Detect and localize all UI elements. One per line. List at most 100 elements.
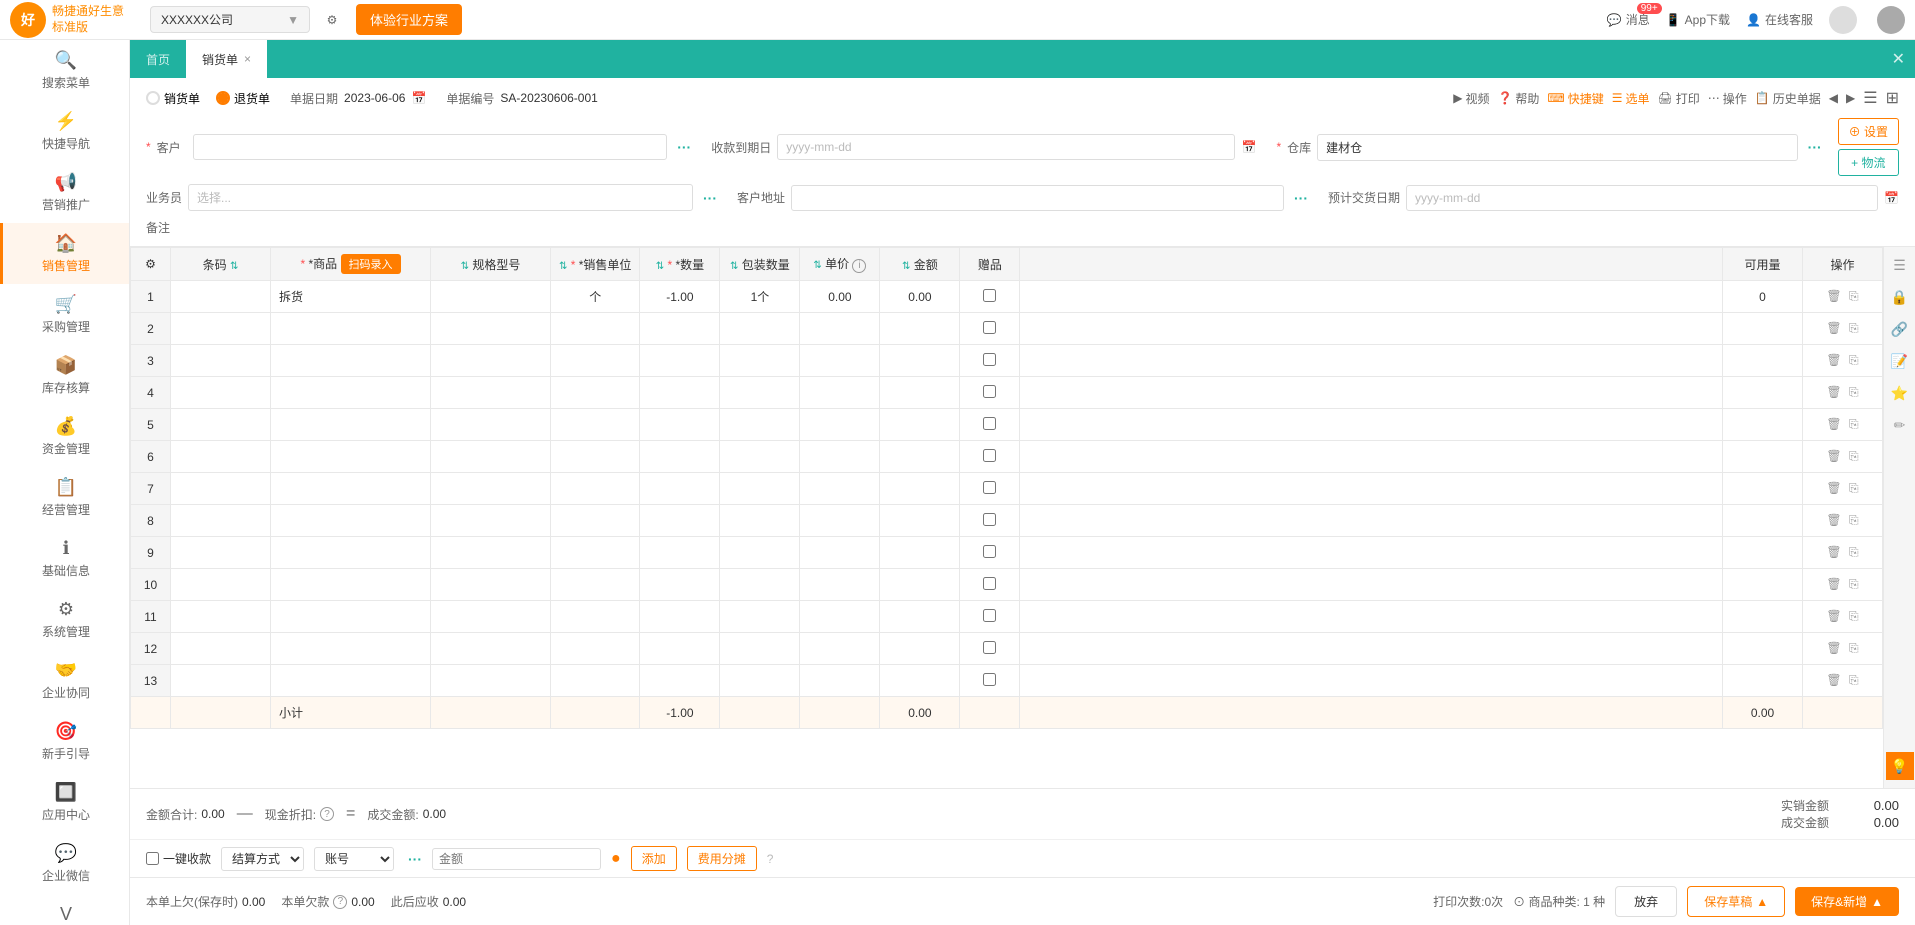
row-spec[interactable] (431, 505, 551, 537)
tab-home[interactable]: 首页 (130, 40, 186, 78)
sidebar-item-畅会员[interactable]: V畅会员 (0, 894, 129, 925)
row-barcode[interactable] (171, 377, 271, 409)
row-spec[interactable] (431, 409, 551, 441)
th-settings[interactable]: ⚙ (131, 248, 171, 281)
overdue-info-icon[interactable]: ? (333, 895, 347, 909)
right-panel-link-icon[interactable]: 🔗 (1886, 315, 1914, 343)
row-pack-qty[interactable] (720, 441, 800, 473)
row-price[interactable] (800, 505, 880, 537)
account-select[interactable]: 账号 (314, 847, 394, 871)
row-qty[interactable] (640, 441, 720, 473)
row-spec[interactable] (431, 345, 551, 377)
th-amount[interactable]: ⇅ 金额 (880, 248, 960, 281)
row-price[interactable] (800, 633, 880, 665)
account-more-icon[interactable]: ··· (408, 851, 422, 867)
th-barcode[interactable]: 条码 ⇅ (171, 248, 271, 281)
row-gift[interactable] (960, 665, 1020, 697)
row-unit[interactable] (551, 313, 640, 345)
right-panel-note-icon[interactable]: 📝 (1886, 347, 1914, 375)
row-qty[interactable]: -1.00 (640, 281, 720, 313)
row-qty[interactable] (640, 537, 720, 569)
sidebar-item-快捷导航[interactable]: ⚡快捷导航 (0, 101, 129, 162)
copy-icon[interactable]: ⎘ (1849, 673, 1859, 687)
row-unit[interactable] (551, 633, 640, 665)
row-price[interactable] (800, 313, 880, 345)
row-price[interactable] (800, 345, 880, 377)
row-barcode[interactable] (171, 601, 271, 633)
next-record-button[interactable]: ▶ (1846, 91, 1855, 105)
row-gift[interactable] (960, 473, 1020, 505)
payment-due-calendar-icon[interactable]: 📅 (1241, 140, 1256, 154)
row-amount[interactable] (880, 409, 960, 441)
row-spec[interactable] (431, 441, 551, 473)
sidebar-item-采购管理[interactable]: 🛒采购管理 (0, 284, 129, 345)
discount-info-icon[interactable]: ? (320, 807, 334, 821)
row-unit[interactable] (551, 665, 640, 697)
row-amount[interactable] (880, 377, 960, 409)
row-price[interactable] (800, 377, 880, 409)
row-pack-qty[interactable] (720, 345, 800, 377)
delete-icon[interactable]: 🗑 (1826, 449, 1841, 463)
calculation-method-select[interactable]: 结算方式 (221, 847, 304, 871)
prev-record-button[interactable]: ◀ (1829, 91, 1838, 105)
delete-icon[interactable]: 🗑 (1826, 641, 1841, 655)
app-download-button[interactable]: 📱 App下载 (1666, 11, 1730, 28)
delete-icon[interactable]: 🗑 (1826, 417, 1841, 431)
row-price[interactable] (800, 473, 880, 505)
row-unit[interactable] (551, 345, 640, 377)
delivery-date-input[interactable]: yyyy-mm-dd (1406, 185, 1878, 211)
row-price[interactable] (800, 441, 880, 473)
delivery-calendar-icon[interactable]: 📅 (1884, 191, 1899, 205)
row-amount[interactable] (880, 633, 960, 665)
copy-icon[interactable]: ⎘ (1849, 321, 1859, 335)
filter-button[interactable]: ☰选单 (1612, 90, 1650, 107)
th-spec[interactable]: ⇅ 规格型号 (431, 248, 551, 281)
row-barcode[interactable] (171, 633, 271, 665)
help-button[interactable]: ❓帮助 (1497, 90, 1539, 107)
video-button[interactable]: ▶视频 (1453, 90, 1489, 107)
one-click-checkbox-input[interactable] (146, 852, 159, 865)
row-pack-qty[interactable] (720, 601, 800, 633)
right-panel-star-icon[interactable]: ⭐ (1886, 379, 1914, 407)
row-product[interactable] (271, 473, 431, 505)
row-gift[interactable] (960, 601, 1020, 633)
delete-icon[interactable]: 🗑 (1826, 513, 1841, 527)
row-amount[interactable] (880, 601, 960, 633)
row-amount[interactable] (880, 569, 960, 601)
row-unit[interactable] (551, 473, 640, 505)
sidebar-item-营销推广[interactable]: 📢营销推广 (0, 162, 129, 223)
row-spec[interactable] (431, 569, 551, 601)
delete-icon[interactable]: 🗑 (1826, 609, 1841, 623)
row-spec[interactable] (431, 473, 551, 505)
row-qty[interactable] (640, 505, 720, 537)
row-gift[interactable] (960, 281, 1020, 313)
sort-icon[interactable]: ⇅ (230, 261, 238, 272)
row-qty[interactable] (640, 377, 720, 409)
sidebar-item-基础信息[interactable]: ℹ基础信息 (0, 528, 129, 589)
row-gift[interactable] (960, 633, 1020, 665)
row-barcode[interactable] (171, 569, 271, 601)
th-product[interactable]: * *商品 扫码录入 (271, 248, 431, 281)
row-pack-qty[interactable] (720, 409, 800, 441)
experience-button[interactable]: 体验行业方案 (356, 4, 462, 35)
logistics-button[interactable]: + 物流 (1838, 149, 1899, 176)
row-product[interactable] (271, 633, 431, 665)
history-button[interactable]: 📋历史单据 (1755, 90, 1821, 107)
user-avatar-2[interactable] (1877, 6, 1905, 34)
row-product[interactable] (271, 569, 431, 601)
row-unit[interactable] (551, 377, 640, 409)
th-pack-qty[interactable]: ⇅ 包装数量 (720, 248, 800, 281)
user-avatar[interactable] (1829, 6, 1857, 34)
row-price[interactable]: 0.00 (800, 281, 880, 313)
amount-input[interactable] (432, 848, 601, 870)
operation-button[interactable]: ⋯操作 (1708, 90, 1747, 107)
delete-icon[interactable]: 🗑 (1826, 321, 1841, 335)
customer-input[interactable] (193, 134, 668, 160)
right-panel-orange-icon[interactable]: 💡 (1886, 752, 1914, 780)
sidebar-item-库存核算[interactable]: 📦库存核算 (0, 345, 129, 406)
delete-icon[interactable]: 🗑 (1826, 289, 1841, 303)
copy-icon[interactable]: ⎘ (1849, 481, 1859, 495)
row-qty[interactable] (640, 473, 720, 505)
delete-icon[interactable]: 🗑 (1826, 353, 1841, 367)
row-pack-qty[interactable] (720, 377, 800, 409)
